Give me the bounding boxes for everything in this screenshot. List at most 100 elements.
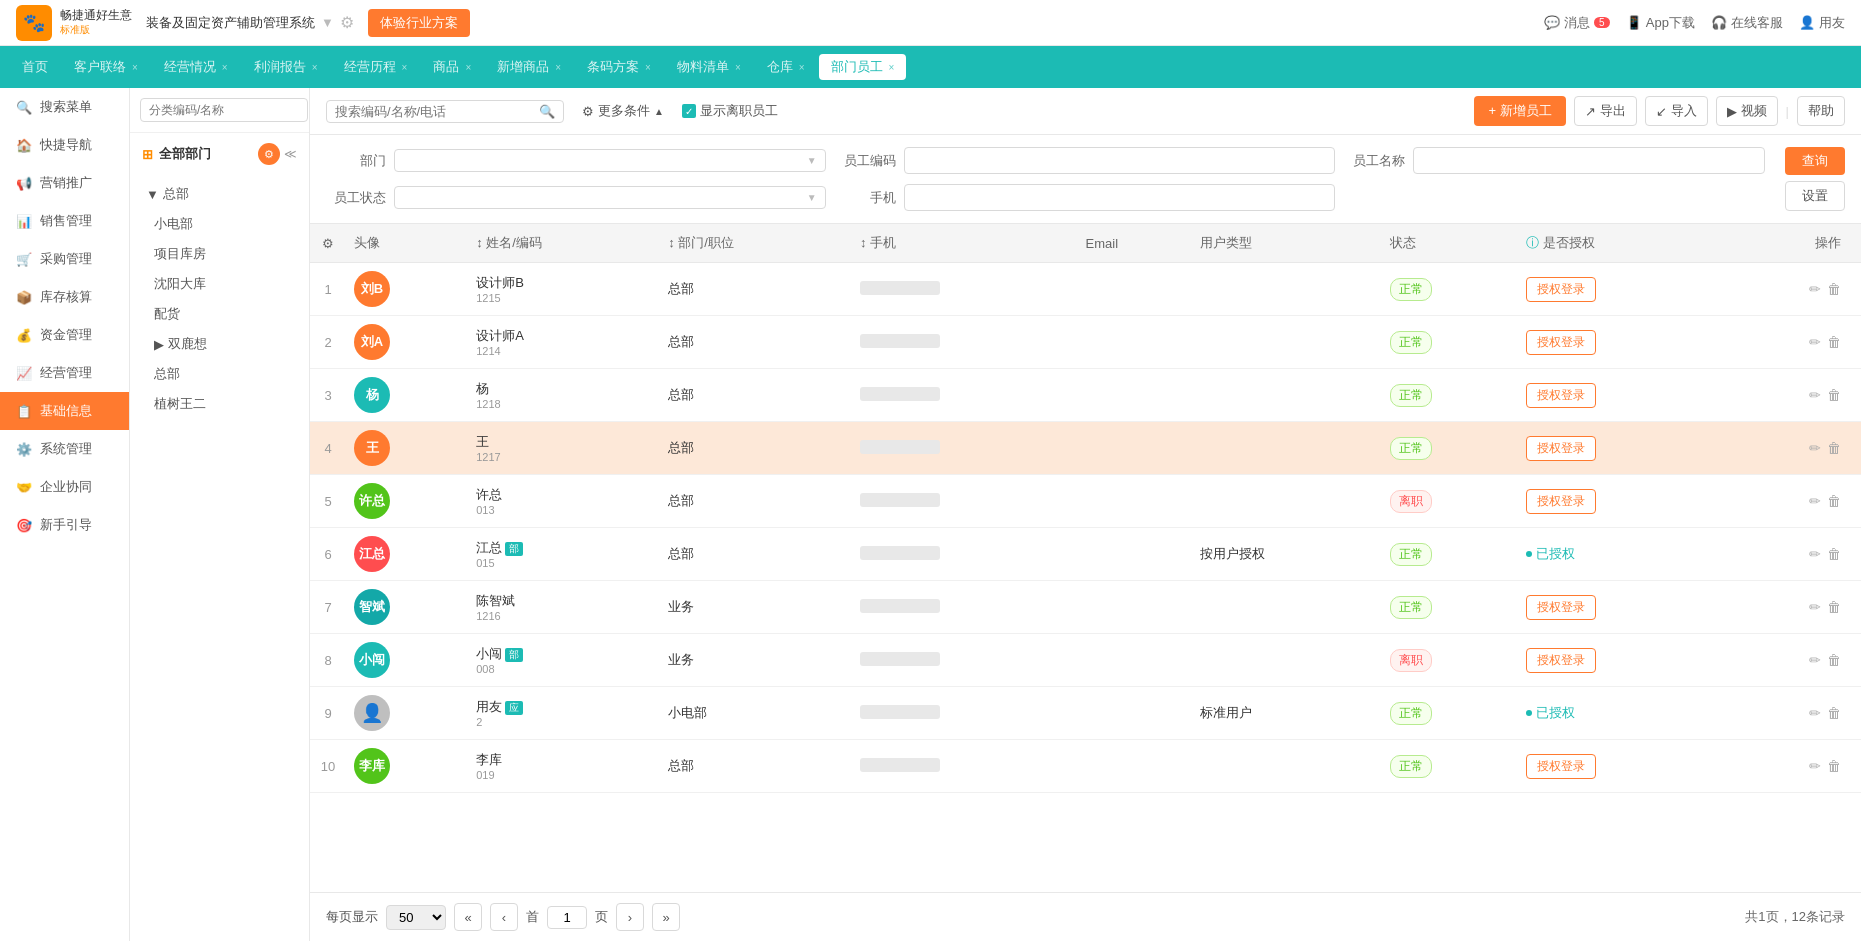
edit-btn-0[interactable]: ✏ <box>1809 281 1821 297</box>
col-settings[interactable]: ⚙ <box>310 224 346 263</box>
sidebar-item-purchase[interactable]: 🛒 采购管理 <box>0 240 129 278</box>
tab-profit[interactable]: 利润报告× <box>242 54 330 80</box>
tab-warehouse[interactable]: 仓库× <box>755 54 817 80</box>
auth-btn-7[interactable]: 授权登录 <box>1526 648 1596 673</box>
sidebar-item-finance[interactable]: 💰 资金管理 <box>0 316 129 354</box>
dept-node-7[interactable]: 植树王二 <box>130 389 309 419</box>
sidebar-item-system[interactable]: ⚙️ 系统管理 <box>0 430 129 468</box>
help-btn[interactable]: 帮助 <box>1797 96 1845 126</box>
delete-btn-4[interactable]: 🗑 <box>1827 493 1841 509</box>
sidebar-item-management[interactable]: 📈 经营管理 <box>0 354 129 392</box>
tab-new-goods[interactable]: 新增商品× <box>485 54 573 80</box>
tab-customer-close[interactable]: × <box>132 62 138 73</box>
edit-btn-3[interactable]: ✏ <box>1809 440 1821 456</box>
delete-btn-7[interactable]: 🗑 <box>1827 652 1841 668</box>
col-dept[interactable]: ↕ 部门/职位 <box>660 224 852 263</box>
sidebar-item-inventory[interactable]: 📦 库存核算 <box>0 278 129 316</box>
message-btn[interactable]: 💬 消息 5 <box>1544 14 1610 32</box>
tab-warehouse-close[interactable]: × <box>799 62 805 73</box>
delete-btn-8[interactable]: 🗑 <box>1827 705 1841 721</box>
dept-node-4[interactable]: 配货 <box>130 299 309 329</box>
dept-node-1[interactable]: 小电部 <box>130 209 309 239</box>
sidebar-item-search[interactable]: 🔍 搜索菜单 <box>0 88 129 126</box>
emp-code-input[interactable] <box>904 147 1336 174</box>
dept-node-3[interactable]: 沈阳大库 <box>130 269 309 299</box>
more-filter-btn[interactable]: ⚙ 更多条件 ▲ <box>574 98 672 124</box>
edit-btn-7[interactable]: ✏ <box>1809 652 1821 668</box>
show-resigned-toggle[interactable]: ✓ 显示离职员工 <box>682 102 778 120</box>
view-btn[interactable]: ▶ 视频 <box>1716 96 1778 126</box>
edit-btn-9[interactable]: ✏ <box>1809 758 1821 774</box>
trial-btn[interactable]: 体验行业方案 <box>368 9 470 37</box>
tab-bom-close[interactable]: × <box>735 62 741 73</box>
edit-btn-5[interactable]: ✏ <box>1809 546 1821 562</box>
sidebar-item-collab[interactable]: 🤝 企业协同 <box>0 468 129 506</box>
dept-node-0[interactable]: ▼ 总部 <box>130 179 309 209</box>
tab-home[interactable]: 首页 <box>10 54 60 80</box>
tab-history-close[interactable]: × <box>402 62 408 73</box>
tab-goods-close[interactable]: × <box>465 62 471 73</box>
last-page-btn[interactable]: » <box>652 903 680 931</box>
tab-new-goods-close[interactable]: × <box>555 62 561 73</box>
settings-icon[interactable]: ⚙ <box>340 13 354 32</box>
search-input[interactable] <box>335 104 535 119</box>
edit-btn-8[interactable]: ✏ <box>1809 705 1821 721</box>
auth-btn-9[interactable]: 授权登录 <box>1526 754 1596 779</box>
dept-node-5[interactable]: ▶ 双鹿想 <box>130 329 309 359</box>
auth-btn-2[interactable]: 授权登录 <box>1526 383 1596 408</box>
tab-operation-close[interactable]: × <box>222 62 228 73</box>
sidebar-item-sales[interactable]: 📊 销售管理 <box>0 202 129 240</box>
edit-btn-4[interactable]: ✏ <box>1809 493 1821 509</box>
first-page-btn[interactable]: « <box>454 903 482 931</box>
prev-page-btn[interactable]: ‹ <box>490 903 518 931</box>
add-employee-btn[interactable]: + 新增员工 <box>1474 96 1565 126</box>
auth-btn-4[interactable]: 授权登录 <box>1526 489 1596 514</box>
export-btn[interactable]: ↗ 导出 <box>1574 96 1637 126</box>
page-input[interactable] <box>547 906 587 929</box>
auth-btn-1[interactable]: 授权登录 <box>1526 330 1596 355</box>
sidebar-item-nav[interactable]: 🏠 快捷导航 <box>0 126 129 164</box>
tab-history[interactable]: 经营历程× <box>332 54 420 80</box>
tab-barcode-close[interactable]: × <box>645 62 651 73</box>
tab-employee-close[interactable]: × <box>889 62 895 73</box>
dept-search-input[interactable] <box>140 98 308 122</box>
online-service-btn[interactable]: 🎧 在线客服 <box>1711 14 1783 32</box>
tab-barcode[interactable]: 条码方案× <box>575 54 663 80</box>
edit-btn-2[interactable]: ✏ <box>1809 387 1821 403</box>
tab-bom[interactable]: 物料清单× <box>665 54 753 80</box>
col-phone[interactable]: ↕ 手机 <box>852 224 1077 263</box>
tab-profit-close[interactable]: × <box>312 62 318 73</box>
tab-customer[interactable]: 客户联络× <box>62 54 150 80</box>
per-page-select[interactable]: 50 100 <box>386 905 446 930</box>
col-name[interactable]: ↕ 姓名/编码 <box>468 224 660 263</box>
reset-btn[interactable]: 设置 <box>1785 181 1845 211</box>
delete-btn-3[interactable]: 🗑 <box>1827 440 1841 456</box>
tab-operation[interactable]: 经营情况× <box>152 54 240 80</box>
edit-btn-1[interactable]: ✏ <box>1809 334 1821 350</box>
system-title-arrow[interactable]: ▼ <box>321 15 334 30</box>
app-download-btn[interactable]: 📱 App下载 <box>1626 14 1695 32</box>
delete-btn-0[interactable]: 🗑 <box>1827 281 1841 297</box>
delete-btn-5[interactable]: 🗑 <box>1827 546 1841 562</box>
sidebar-item-guide[interactable]: 🎯 新手引导 <box>0 506 129 544</box>
sidebar-item-basic[interactable]: 📋 基础信息 <box>0 392 129 430</box>
delete-btn-6[interactable]: 🗑 <box>1827 599 1841 615</box>
delete-btn-9[interactable]: 🗑 <box>1827 758 1841 774</box>
next-page-btn[interactable]: › <box>616 903 644 931</box>
emp-name-input[interactable] <box>1413 147 1765 174</box>
tab-goods[interactable]: 商品× <box>421 54 483 80</box>
dept-setting-btn[interactable]: ⚙ <box>258 143 280 165</box>
query-btn[interactable]: 查询 <box>1785 147 1845 175</box>
dept-select[interactable]: ▼ <box>394 149 826 172</box>
search-icon-toolbar[interactable]: 🔍 <box>539 104 555 119</box>
dept-collapse-btn[interactable]: ≪ <box>284 147 297 161</box>
tab-employee[interactable]: 部门员工× <box>819 54 907 80</box>
dept-node-6[interactable]: 总部 <box>130 359 309 389</box>
sidebar-item-marketing[interactable]: 📢 营销推广 <box>0 164 129 202</box>
auth-btn-3[interactable]: 授权登录 <box>1526 436 1596 461</box>
auth-btn-0[interactable]: 授权登录 <box>1526 277 1596 302</box>
phone-input[interactable] <box>904 184 1336 211</box>
import-btn[interactable]: ↙ 导入 <box>1645 96 1708 126</box>
dept-node-2[interactable]: 项目库房 <box>130 239 309 269</box>
auth-btn-6[interactable]: 授权登录 <box>1526 595 1596 620</box>
